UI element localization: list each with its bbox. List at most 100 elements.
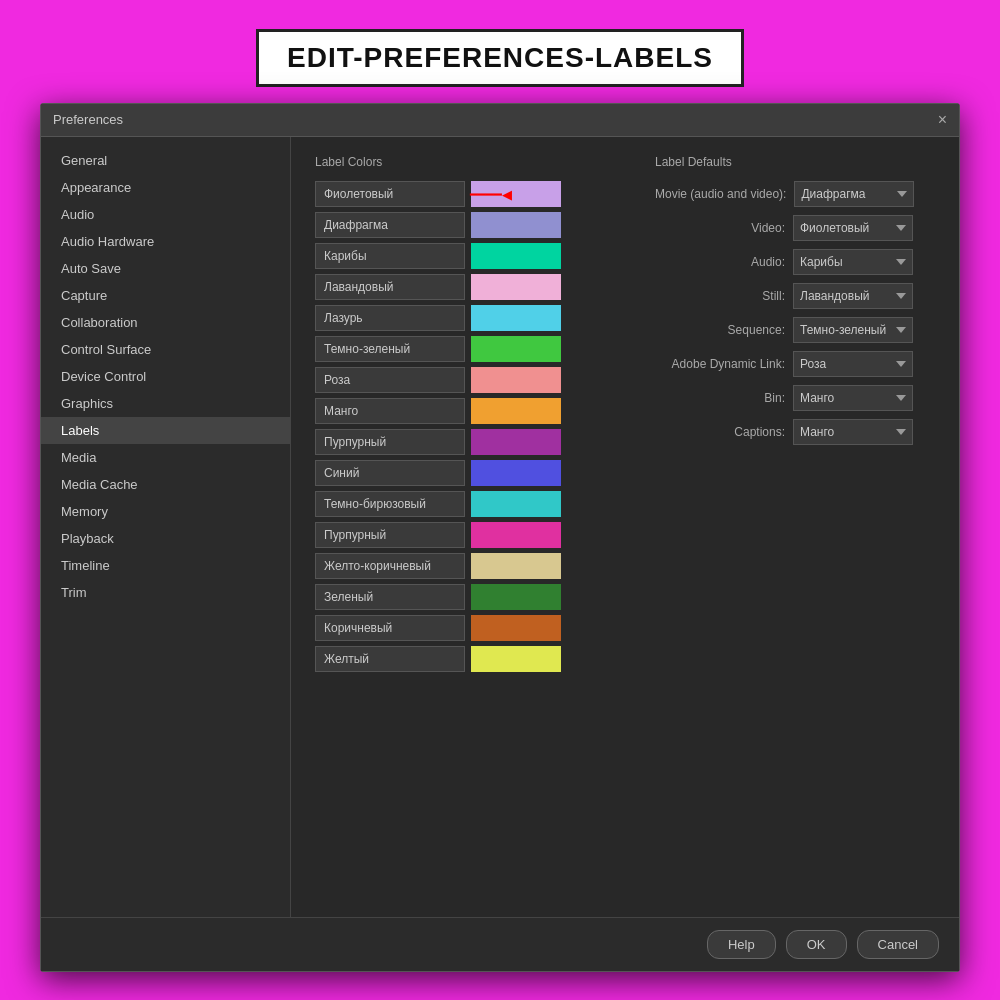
close-button[interactable]: × bbox=[938, 112, 947, 128]
label-color-swatch[interactable] bbox=[471, 274, 561, 300]
label-colors-section: Label Colors ━━━━◀ bbox=[315, 155, 615, 677]
page-title: EDIT-PREFERENCES-LABELS bbox=[287, 42, 713, 73]
default-select[interactable]: Лавандовый bbox=[793, 283, 913, 309]
label-name-input[interactable] bbox=[315, 646, 465, 672]
default-label-text: Adobe Dynamic Link: bbox=[655, 357, 785, 371]
label-name-input[interactable] bbox=[315, 212, 465, 238]
label-name-input[interactable] bbox=[315, 305, 465, 331]
sidebar-item-audio-hardware[interactable]: Audio Hardware bbox=[41, 228, 290, 255]
label-name-input[interactable] bbox=[315, 367, 465, 393]
label-name-input[interactable] bbox=[315, 584, 465, 610]
label-name-input[interactable] bbox=[315, 491, 465, 517]
label-row bbox=[315, 584, 615, 610]
label-color-swatch[interactable] bbox=[471, 367, 561, 393]
content-sections: Label Colors ━━━━◀ Label Defaults Movie … bbox=[315, 155, 935, 677]
label-row bbox=[315, 274, 615, 300]
default-row: Still:Лавандовый bbox=[655, 283, 935, 309]
cancel-button[interactable]: Cancel bbox=[857, 930, 939, 959]
label-name-input[interactable] bbox=[315, 274, 465, 300]
sidebar-item-control-surface[interactable]: Control Surface bbox=[41, 336, 290, 363]
label-color-swatch[interactable] bbox=[471, 646, 561, 672]
label-row: ━━━━◀ bbox=[315, 181, 615, 207]
label-name-input[interactable] bbox=[315, 429, 465, 455]
sidebar-item-playback[interactable]: Playback bbox=[41, 525, 290, 552]
label-row bbox=[315, 336, 615, 362]
default-select[interactable]: Манго bbox=[793, 385, 913, 411]
label-color-swatch[interactable] bbox=[471, 615, 561, 641]
label-name-input[interactable] bbox=[315, 243, 465, 269]
default-row: Bin: Манго bbox=[655, 385, 935, 411]
default-label-text: Bin: bbox=[655, 391, 785, 405]
label-row bbox=[315, 243, 615, 269]
dialog-body: GeneralAppearanceAudioAudio HardwareAuto… bbox=[41, 137, 959, 917]
sidebar-item-media[interactable]: Media bbox=[41, 444, 290, 471]
label-name-input[interactable] bbox=[315, 398, 465, 424]
label-row bbox=[315, 460, 615, 486]
sidebar-item-labels[interactable]: Labels━━━━◀ bbox=[41, 417, 290, 444]
label-name-input[interactable] bbox=[315, 615, 465, 641]
ok-button[interactable]: OK bbox=[786, 930, 847, 959]
sidebar-item-auto-save[interactable]: Auto Save bbox=[41, 255, 290, 282]
label-defaults-title: Label Defaults bbox=[655, 155, 935, 169]
label-color-swatch[interactable] bbox=[471, 584, 561, 610]
default-select[interactable]: Манго bbox=[793, 419, 913, 445]
label-name-input[interactable] bbox=[315, 181, 465, 207]
dialog-footer: Help OK Cancel bbox=[41, 917, 959, 971]
label-color-swatch[interactable] bbox=[471, 491, 561, 517]
label-row bbox=[315, 615, 615, 641]
default-select[interactable]: Роза bbox=[793, 351, 913, 377]
label-color-swatch[interactable] bbox=[471, 243, 561, 269]
preferences-dialog: Preferences × GeneralAppearanceAudioAudi… bbox=[40, 103, 960, 972]
default-select[interactable]: Темно-зеленый bbox=[793, 317, 913, 343]
label-color-swatch[interactable] bbox=[471, 305, 561, 331]
default-row: Audio: Карибы bbox=[655, 249, 935, 275]
default-label-text: Sequence: bbox=[655, 323, 785, 337]
label-color-swatch[interactable] bbox=[471, 398, 561, 424]
label-row bbox=[315, 212, 615, 238]
default-select[interactable]: Карибы bbox=[793, 249, 913, 275]
default-row: Movie (audio and video): Диафрагма bbox=[655, 181, 935, 207]
sidebar-item-trim[interactable]: Trim bbox=[41, 579, 290, 606]
dialog-titlebar: Preferences × bbox=[41, 104, 959, 137]
label-colors-title: Label Colors bbox=[315, 155, 615, 169]
label-color-swatch[interactable] bbox=[471, 336, 561, 362]
label-defaults-container: Movie (audio and video): Диафрагма Video:Ф… bbox=[655, 181, 935, 445]
sidebar-item-media-cache[interactable]: Media Cache bbox=[41, 471, 290, 498]
label-name-input[interactable] bbox=[315, 522, 465, 548]
sidebar: GeneralAppearanceAudioAudio HardwareAuto… bbox=[41, 137, 291, 917]
default-select[interactable]: Диафрагма bbox=[794, 181, 914, 207]
label-color-swatch[interactable] bbox=[471, 553, 561, 579]
default-row: Video:Фиолетовый bbox=[655, 215, 935, 241]
dialog-title: Preferences bbox=[53, 112, 123, 127]
label-row bbox=[315, 646, 615, 672]
sidebar-item-collaboration[interactable]: Collaboration bbox=[41, 309, 290, 336]
sidebar-item-audio[interactable]: Audio bbox=[41, 201, 290, 228]
label-color-swatch[interactable] bbox=[471, 181, 561, 207]
sidebar-item-appearance[interactable]: Appearance bbox=[41, 174, 290, 201]
default-row: Adobe Dynamic Link: Роза bbox=[655, 351, 935, 377]
label-color-swatch[interactable] bbox=[471, 522, 561, 548]
label-row bbox=[315, 553, 615, 579]
label-name-input[interactable] bbox=[315, 336, 465, 362]
default-label-text: Audio: bbox=[655, 255, 785, 269]
label-name-input[interactable] bbox=[315, 553, 465, 579]
sidebar-item-memory[interactable]: Memory bbox=[41, 498, 290, 525]
label-color-swatch[interactable] bbox=[471, 212, 561, 238]
label-color-swatch[interactable] bbox=[471, 460, 561, 486]
default-row: Captions:Манго bbox=[655, 419, 935, 445]
label-row bbox=[315, 491, 615, 517]
content-area: Label Colors ━━━━◀ Label Defaults Movie … bbox=[291, 137, 959, 917]
sidebar-item-device-control[interactable]: Device Control bbox=[41, 363, 290, 390]
sidebar-item-timeline[interactable]: Timeline bbox=[41, 552, 290, 579]
help-button[interactable]: Help bbox=[707, 930, 776, 959]
label-name-input[interactable] bbox=[315, 460, 465, 486]
label-defaults-section: Label Defaults Movie (audio and video): Д… bbox=[655, 155, 935, 677]
default-label-text: Movie (audio and video): bbox=[655, 187, 786, 201]
label-row bbox=[315, 398, 615, 424]
default-select[interactable]: Фиолетовый bbox=[793, 215, 913, 241]
sidebar-item-general[interactable]: General bbox=[41, 147, 290, 174]
sidebar-item-graphics[interactable]: Graphics bbox=[41, 390, 290, 417]
page-title-box: EDIT-PREFERENCES-LABELS bbox=[256, 29, 744, 87]
label-color-swatch[interactable] bbox=[471, 429, 561, 455]
sidebar-item-capture[interactable]: Capture bbox=[41, 282, 290, 309]
